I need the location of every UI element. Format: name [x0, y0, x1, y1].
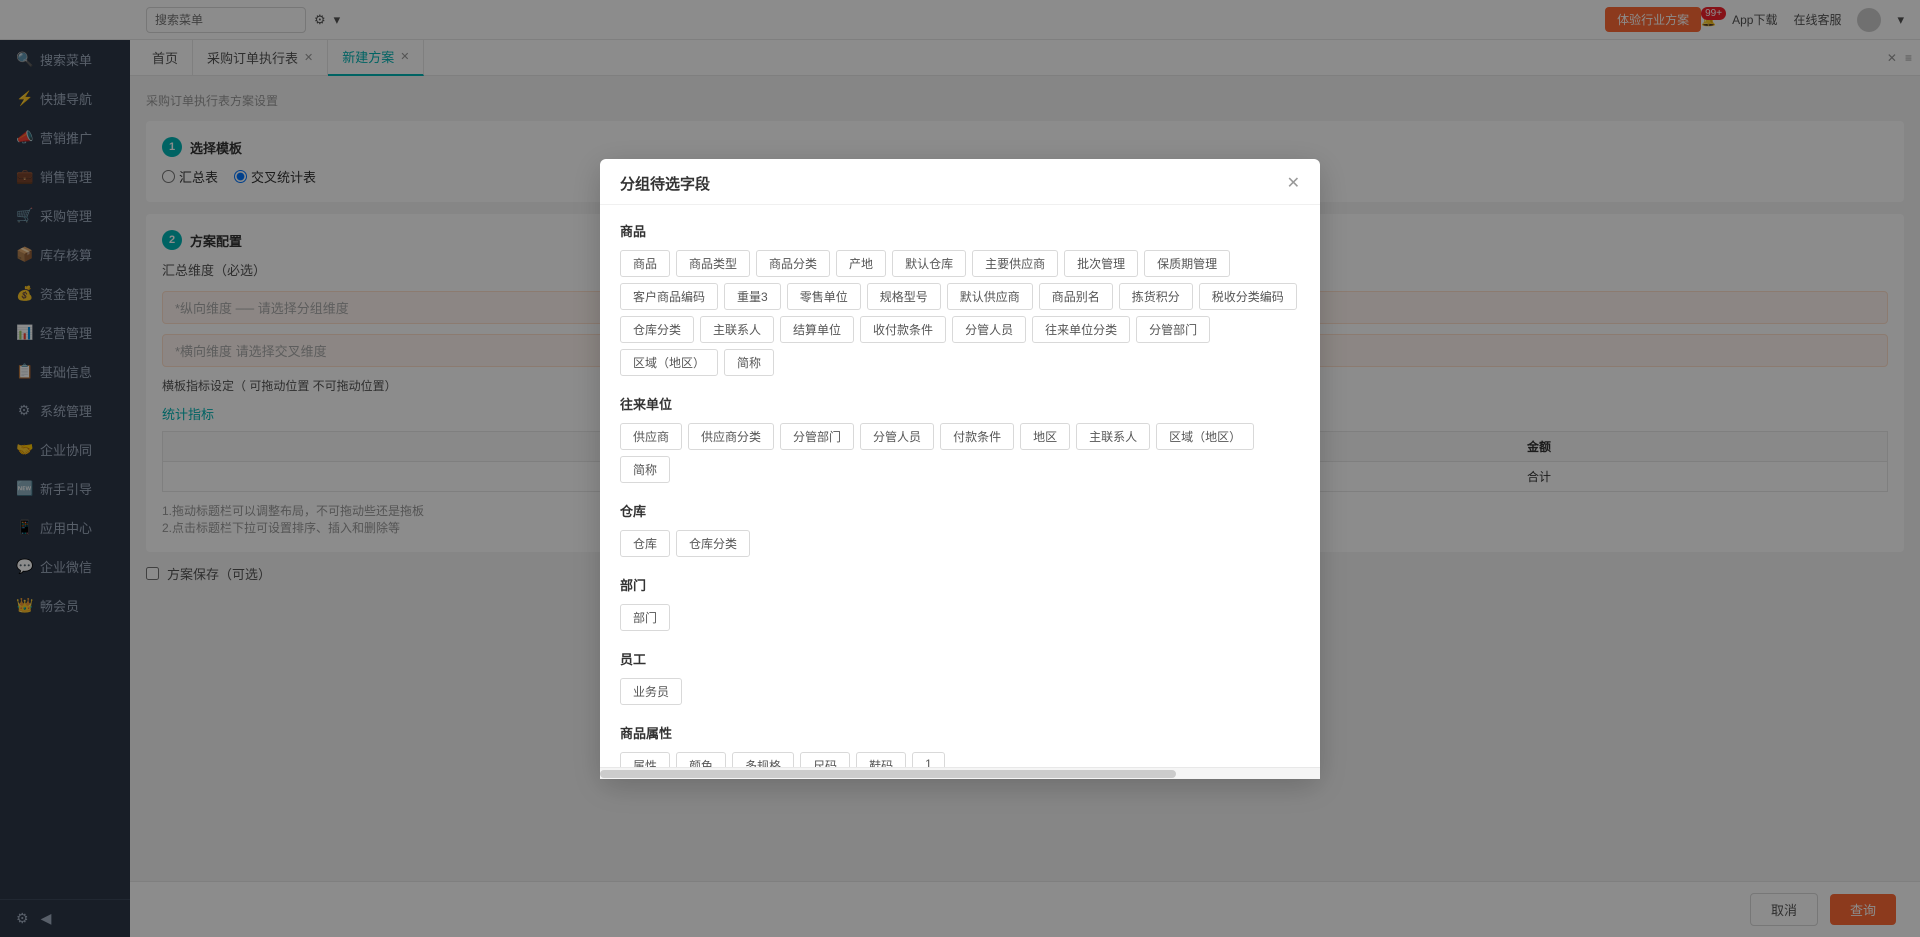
field-tags-商品: 商品商品类型商品分类产地默认仓库主要供应商批次管理保质期管理客户商品编码重量3零… [620, 250, 1300, 376]
field-tags-部门: 部门 [620, 604, 1300, 631]
field-tag[interactable]: 简称 [724, 349, 774, 376]
modal-body[interactable]: 商品商品商品类型商品分类产地默认仓库主要供应商批次管理保质期管理客户商品编码重量… [600, 205, 1320, 767]
field-tag[interactable]: 默认仓库 [892, 250, 966, 277]
field-tag[interactable]: 多规格 [732, 752, 794, 767]
field-tag[interactable]: 商品类型 [676, 250, 750, 277]
field-tags-往来单位: 供应商供应商分类分管部门分管人员付款条件地区主联系人区域（地区） 简称 [620, 423, 1300, 483]
field-tags-商品属性: 属性颜色多规格尺码鞋码 1 [620, 752, 1300, 767]
field-section-员工: 员工业务员 [620, 649, 1300, 705]
field-tag[interactable]: 供应商 [620, 423, 682, 450]
field-tag[interactable]: 客户商品编码 [620, 283, 718, 310]
field-tag[interactable]: 重量3 [724, 283, 781, 310]
field-section-title-商品: 商品 [620, 221, 1300, 240]
modal: 分组待选字段 ✕ 商品商品商品类型商品分类产地默认仓库主要供应商批次管理保质期管… [600, 159, 1320, 779]
field-tag[interactable]: 分管部门 [1136, 316, 1210, 343]
field-tag[interactable]: 简称 [620, 456, 670, 483]
field-tag[interactable]: 商品 [620, 250, 670, 277]
field-section-title-商品属性: 商品属性 [620, 723, 1300, 742]
field-tag[interactable]: 区域（地区） [620, 349, 718, 376]
field-tag[interactable]: 部门 [620, 604, 670, 631]
field-tag[interactable]: 保质期管理 [1144, 250, 1230, 277]
field-tags-员工: 业务员 [620, 678, 1300, 705]
field-tag[interactable]: 1 [912, 752, 945, 767]
field-tag[interactable]: 收付款条件 [860, 316, 946, 343]
field-tag[interactable]: 分管人员 [952, 316, 1026, 343]
field-section-title-部门: 部门 [620, 575, 1300, 594]
field-tag[interactable]: 尺码 [800, 752, 850, 767]
field-tag[interactable]: 颜色 [676, 752, 726, 767]
field-tag[interactable]: 供应商分类 [688, 423, 774, 450]
field-tag[interactable]: 往来单位分类 [1032, 316, 1130, 343]
field-tag[interactable]: 批次管理 [1064, 250, 1138, 277]
field-tag[interactable]: 主联系人 [700, 316, 774, 343]
field-tag[interactable]: 产地 [836, 250, 886, 277]
field-tags-仓库: 仓库仓库分类 [620, 530, 1300, 557]
field-section-仓库: 仓库仓库仓库分类 [620, 501, 1300, 557]
field-tag[interactable]: 零售单位 [787, 283, 861, 310]
field-tag[interactable]: 付款条件 [940, 423, 1014, 450]
field-tag[interactable]: 主联系人 [1076, 423, 1150, 450]
field-tag[interactable]: 税收分类编码 [1199, 283, 1297, 310]
field-section-往来单位: 往来单位供应商供应商分类分管部门分管人员付款条件地区主联系人区域（地区） 简称 [620, 394, 1300, 483]
field-tag[interactable]: 属性 [620, 752, 670, 767]
field-tag[interactable]: 规格型号 [867, 283, 941, 310]
modal-overlay: 分组待选字段 ✕ 商品商品商品类型商品分类产地默认仓库主要供应商批次管理保质期管… [0, 0, 1920, 937]
field-section-title-仓库: 仓库 [620, 501, 1300, 520]
field-section-title-员工: 员工 [620, 649, 1300, 668]
field-tag[interactable]: 主要供应商 [972, 250, 1058, 277]
modal-close-button[interactable]: ✕ [1287, 173, 1300, 193]
field-section-商品: 商品商品商品类型商品分类产地默认仓库主要供应商批次管理保质期管理客户商品编码重量… [620, 221, 1300, 376]
hscroll-thumb [600, 770, 1176, 778]
field-tag[interactable]: 分管部门 [780, 423, 854, 450]
field-section-部门: 部门部门 [620, 575, 1300, 631]
field-tag[interactable]: 地区 [1020, 423, 1070, 450]
field-tag[interactable]: 结算单位 [780, 316, 854, 343]
field-tag[interactable]: 商品分类 [756, 250, 830, 277]
field-tag[interactable]: 区域（地区） [1156, 423, 1254, 450]
field-tag[interactable]: 拣货积分 [1119, 283, 1193, 310]
field-section-商品属性: 商品属性属性颜色多规格尺码鞋码 1 [620, 723, 1300, 767]
field-tag[interactable]: 仓库分类 [676, 530, 750, 557]
field-section-title-往来单位: 往来单位 [620, 394, 1300, 413]
field-tag[interactable]: 业务员 [620, 678, 682, 705]
field-tag[interactable]: 商品别名 [1039, 283, 1113, 310]
modal-title: 分组待选字段 [620, 173, 710, 194]
modal-hscroll[interactable] [600, 767, 1320, 779]
field-tag[interactable]: 鞋码 [856, 752, 906, 767]
field-tag[interactable]: 仓库 [620, 530, 670, 557]
field-tag[interactable]: 分管人员 [860, 423, 934, 450]
modal-header: 分组待选字段 ✕ [600, 159, 1320, 205]
field-tag[interactable]: 默认供应商 [947, 283, 1033, 310]
field-tag[interactable]: 仓库分类 [620, 316, 694, 343]
